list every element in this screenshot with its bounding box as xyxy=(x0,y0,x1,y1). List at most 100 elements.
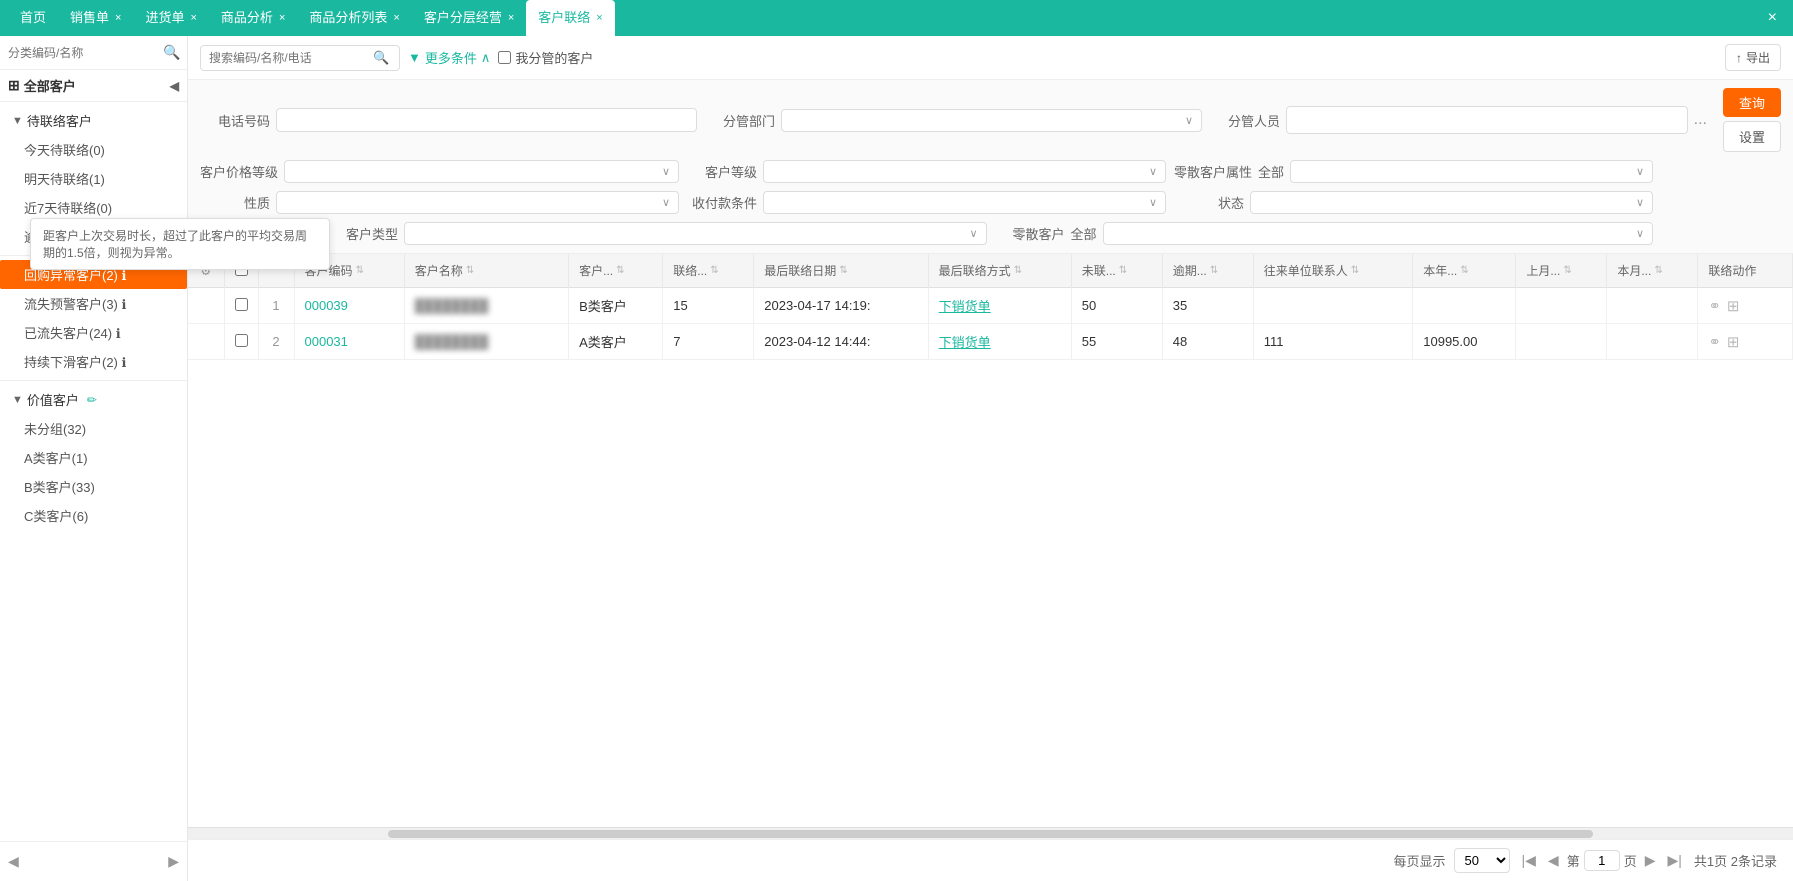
nav-sales[interactable]: 销售单 × xyxy=(58,0,133,36)
nav-purchase[interactable]: 进货单 × xyxy=(133,0,208,36)
app-close-button[interactable]: × xyxy=(1760,9,1785,27)
this-month-sort-icon[interactable]: ⇅ xyxy=(1654,265,1662,276)
filter-row-1: 电话号码 分管部门 ∨ 分管人员 ... 查询 xyxy=(200,88,1781,152)
horizontal-scrollbar[interactable] xyxy=(188,827,1793,839)
class-b[interactable]: B类客户(33) xyxy=(0,472,187,501)
sidebar-left-arrow[interactable]: ◀ xyxy=(8,853,19,870)
churned[interactable]: 已流失客户(24) ℹ xyxy=(0,318,187,347)
overdue-sort-icon[interactable]: ⇅ xyxy=(1210,265,1218,276)
class-c[interactable]: C类客户(6) xyxy=(0,501,187,530)
first-page-btn[interactable]: |◀ xyxy=(1518,850,1540,871)
grade-select[interactable]: ∨ xyxy=(763,160,1166,183)
code-sort-icon[interactable]: ⇅ xyxy=(356,265,364,276)
col-overdue: 逾期... ⇅ xyxy=(1162,254,1253,288)
nature-select[interactable]: ∨ xyxy=(276,191,679,214)
name-sort-icon[interactable]: ⇅ xyxy=(466,265,474,276)
phone-input[interactable] xyxy=(276,108,697,132)
status-select[interactable]: ∨ xyxy=(1250,191,1653,214)
customer-table: ⚙ 客户编码 ⇅ 客户名称 xyxy=(188,254,1793,360)
value-edit-icon[interactable]: ✏ xyxy=(87,393,97,407)
more-filter-btn[interactable]: ▼ 更多条件 ∧ xyxy=(408,48,490,67)
nav-analysis-list[interactable]: 商品分析列表 × xyxy=(297,0,411,36)
value-group-header[interactable]: ▼ 价值客户 ✏ xyxy=(0,385,187,414)
nav-analysis[interactable]: 商品分析 × xyxy=(209,0,297,36)
nav-analysis-close[interactable]: × xyxy=(279,0,285,36)
search-input[interactable] xyxy=(209,51,369,65)
dept-select[interactable]: ∨ xyxy=(781,109,1202,132)
row2-this-month xyxy=(1607,324,1698,360)
payment-select[interactable]: ∨ xyxy=(763,191,1166,214)
row2-check[interactable] xyxy=(235,334,248,347)
row1-action-menu[interactable]: ⊞ xyxy=(1727,297,1740,315)
nav-customer-contact-close[interactable]: × xyxy=(596,0,602,36)
query-button[interactable]: 查询 xyxy=(1723,88,1781,117)
price-grade-select[interactable]: ∨ xyxy=(284,160,679,183)
row2-action-menu[interactable]: ⊞ xyxy=(1727,333,1740,351)
row2-code[interactable]: 000031 xyxy=(294,324,404,360)
pending-contact-header[interactable]: ▼ 待联络客户 xyxy=(0,106,187,135)
divider2 xyxy=(0,380,187,381)
filter-cell-price-grade: 客户价格等级 ∨ xyxy=(200,160,679,183)
row1-action-link[interactable]: ⚭ xyxy=(1708,297,1721,315)
price-grade-arrow: ∨ xyxy=(662,165,670,178)
last-month-sort-icon[interactable]: ⇅ xyxy=(1563,265,1571,276)
row2-overdue: 48 xyxy=(1162,324,1253,360)
method-sort-icon[interactable]: ⇅ xyxy=(1014,265,1022,276)
row1-code[interactable]: 000039 xyxy=(294,288,404,324)
sidebar-collapse-arrow[interactable]: ◀ xyxy=(170,79,179,93)
churn-warning[interactable]: 流失预警客户(3) ℹ xyxy=(0,289,187,318)
nav-sales-close[interactable]: × xyxy=(115,0,121,36)
sidebar-search-input[interactable] xyxy=(8,46,163,60)
customer-type-select[interactable]: ∨ xyxy=(404,222,987,245)
nav-customer-contact[interactable]: 客户联络 × xyxy=(526,0,614,36)
person-dots[interactable]: ... xyxy=(1694,111,1707,129)
row2-settings xyxy=(188,324,224,360)
sidebar-search-icon[interactable]: 🔍 xyxy=(163,44,180,61)
col-type: 客户... ⇅ xyxy=(569,254,663,288)
my-customer-checkbox[interactable] xyxy=(498,51,511,64)
nav-customer-tier[interactable]: 客户分层经营 × xyxy=(412,0,526,36)
export-button[interactable]: ↑ 导出 xyxy=(1725,44,1781,71)
no-contact-sort-icon[interactable]: ⇅ xyxy=(1119,265,1127,276)
type-sort-icon[interactable]: ⇅ xyxy=(616,265,624,276)
retail-select[interactable]: ∨ xyxy=(1103,222,1653,245)
all-customers-icon: ⊞ xyxy=(8,77,20,94)
nav-home[interactable]: 首页 xyxy=(8,0,58,36)
sidebar: 🔍 ⊞ 全部客户 ◀ ▼ 待联络客户 今天待联络(0) 明天待联络(1) 近7天… xyxy=(0,36,188,881)
declining[interactable]: 持续下滑客户(2) ℹ xyxy=(0,347,187,376)
nav-analysis-list-close[interactable]: × xyxy=(393,0,399,36)
retail-attr-arrow: ∨ xyxy=(1636,165,1644,178)
last-page-btn[interactable]: ▶| xyxy=(1664,850,1686,871)
col-last-method: 最后联络方式 ⇅ xyxy=(928,254,1071,288)
contact-sort-icon[interactable]: ⇅ xyxy=(710,265,718,276)
row2-action-link[interactable]: ⚭ xyxy=(1708,333,1721,351)
next-page-btn[interactable]: ▶ xyxy=(1641,850,1660,871)
row2-last-method[interactable]: 下销货单 xyxy=(928,324,1071,360)
row1-last-method[interactable]: 下销货单 xyxy=(928,288,1071,324)
col-this-month: 本月... ⇅ xyxy=(1607,254,1698,288)
person-sort-icon[interactable]: ⇅ xyxy=(1351,265,1359,276)
row2-type: A类客户 xyxy=(569,324,663,360)
row2-checkbox xyxy=(224,324,258,360)
page-size-select[interactable]: 50 100 200 xyxy=(1454,848,1510,873)
row1-check[interactable] xyxy=(235,298,248,311)
settings-button[interactable]: 设置 xyxy=(1723,121,1781,152)
tomorrow-pending[interactable]: 明天待联络(1) xyxy=(0,164,187,193)
year-sort-icon[interactable]: ⇅ xyxy=(1460,265,1468,276)
scrollbar-thumb[interactable] xyxy=(388,830,1593,838)
col-contact-person: 往来单位联系人 ⇅ xyxy=(1253,254,1413,288)
row1-last-month xyxy=(1516,288,1607,324)
page-input[interactable] xyxy=(1584,850,1620,871)
sidebar-right-arrow[interactable]: ▶ xyxy=(168,853,179,870)
ungroups[interactable]: 未分组(32) xyxy=(0,414,187,443)
nav-purchase-close[interactable]: × xyxy=(190,0,196,36)
prev-page-btn[interactable]: ◀ xyxy=(1544,850,1563,871)
date-sort-icon[interactable]: ⇅ xyxy=(839,265,847,276)
nature-arrow: ∨ xyxy=(662,196,670,209)
class-a[interactable]: A类客户(1) xyxy=(0,443,187,472)
today-pending[interactable]: 今天待联络(0) xyxy=(0,135,187,164)
retail-attr-select[interactable]: ∨ xyxy=(1290,160,1653,183)
nav-customer-tier-close[interactable]: × xyxy=(508,0,514,36)
main-layout: 🔍 ⊞ 全部客户 ◀ ▼ 待联络客户 今天待联络(0) 明天待联络(1) 近7天… xyxy=(0,36,1793,881)
sidebar-bottom: ◀ ▶ xyxy=(0,841,187,881)
